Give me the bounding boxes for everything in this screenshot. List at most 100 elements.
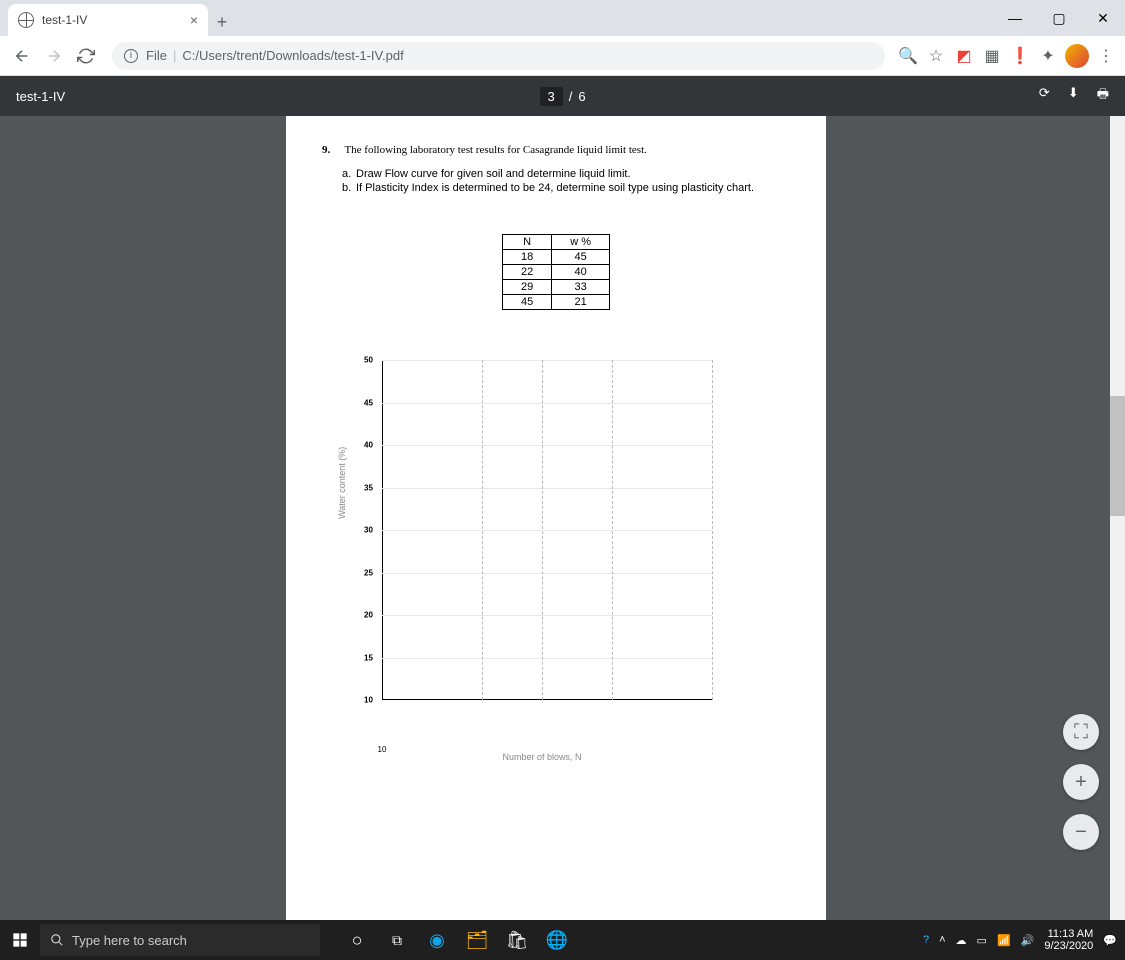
search-icon: [50, 933, 64, 947]
chrome-icon[interactable]: 🌐: [540, 923, 574, 957]
new-tab-button[interactable]: +: [208, 8, 236, 36]
gridline: [382, 615, 712, 616]
pdf-download-icon[interactable]: ⬇: [1068, 85, 1079, 107]
tray-cloud-icon[interactable]: ☁: [956, 934, 967, 947]
address-bar[interactable]: i File | C:/Users/trent/Downloads/test-1…: [112, 42, 885, 70]
gridline: [382, 573, 712, 574]
y-tick: 45: [364, 398, 373, 407]
tab-title: test-1-IV: [42, 13, 87, 27]
pdf-toolbar: test-1-IV 3 / 6 ⟳ ⬇ 🖶: [0, 76, 1125, 116]
table-cell: 29: [502, 280, 551, 295]
pdf-page-sep: /: [569, 89, 573, 104]
gridline: [382, 530, 712, 531]
gridline: [382, 360, 712, 361]
task-view-icon[interactable]: ⧉: [380, 923, 414, 957]
table-cell: 21: [552, 295, 610, 310]
chart-y-label: Water content (%): [337, 447, 347, 519]
data-table: Nw % 1845 2240 2933 4521: [502, 234, 610, 310]
question-text: The following laboratory test results fo…: [344, 144, 646, 156]
window-maximize-button[interactable]: ▢: [1037, 0, 1081, 36]
file-explorer-icon[interactable]: 🗂: [460, 923, 494, 957]
pdf-page-current[interactable]: 3: [539, 87, 562, 106]
reload-button[interactable]: [72, 42, 100, 70]
gridline-vertical: [612, 360, 613, 700]
pdf-title: test-1-IV: [16, 89, 65, 104]
gridline-vertical: [482, 360, 483, 700]
pdf-rotate-icon[interactable]: ⟳: [1039, 85, 1050, 107]
gridline: [382, 488, 712, 489]
windows-taskbar: Type here to search ○ ⧉ ◉ 🗂 🛍 🌐 ? ˄ ☁ ▭ …: [0, 920, 1125, 960]
url-protocol: File: [146, 48, 167, 63]
url-path: C:/Users/trent/Downloads/test-1-IV.pdf: [182, 48, 403, 63]
scrollbar-thumb[interactable]: [1110, 396, 1125, 516]
zoom-out-button[interactable]: −: [1063, 814, 1099, 850]
pdf-page-indicator: 3 / 6: [539, 87, 585, 106]
y-tick: 25: [364, 568, 373, 577]
extension-icon-1[interactable]: ◩: [953, 45, 975, 67]
clock-time: 11:13 AM: [1044, 928, 1093, 940]
table-head-w: w %: [552, 235, 610, 250]
table-cell: 18: [502, 250, 551, 265]
menu-dots-icon[interactable]: ⋮: [1095, 45, 1117, 67]
tray-chevron-icon[interactable]: ˄: [939, 934, 945, 946]
store-icon[interactable]: 🛍: [500, 923, 534, 957]
taskbar-clock[interactable]: 11:13 AM 9/23/2020: [1044, 928, 1093, 952]
cortana-icon[interactable]: ○: [340, 923, 374, 957]
edge-icon[interactable]: ◉: [420, 923, 454, 957]
question-number: 9.: [322, 144, 340, 156]
y-tick: 30: [364, 526, 373, 535]
fit-page-button[interactable]: ⛶: [1063, 714, 1099, 750]
table-cell: 33: [552, 280, 610, 295]
clock-date: 9/23/2020: [1044, 940, 1093, 952]
pdf-page-total: 6: [578, 89, 585, 104]
y-tick: 15: [364, 653, 373, 662]
table-cell: 45: [502, 295, 551, 310]
y-tick: 10: [364, 696, 373, 705]
info-icon: i: [124, 49, 138, 63]
tab-close-icon[interactable]: ×: [190, 12, 198, 28]
scrollbar-track[interactable]: [1110, 116, 1125, 920]
start-button[interactable]: [0, 920, 40, 960]
forward-button[interactable]: [40, 42, 68, 70]
browser-tab-strip: test-1-IV × + — ▢ ✕: [0, 0, 1125, 36]
gridline-vertical: [542, 360, 543, 700]
y-tick: 20: [364, 611, 373, 620]
table-cell: 45: [552, 250, 610, 265]
pdf-page: 9. The following laboratory test results…: [286, 116, 826, 920]
gridline-vertical: [712, 360, 713, 700]
window-close-button[interactable]: ✕: [1081, 0, 1125, 36]
table-cell: 22: [502, 265, 551, 280]
y-tick: 35: [364, 483, 373, 492]
flow-curve-chart: Water content (%) Number of blows, N 50 …: [352, 360, 732, 740]
tray-volume-icon[interactable]: 🔊: [1021, 934, 1035, 947]
zoom-in-button[interactable]: +: [1063, 764, 1099, 800]
window-minimize-button[interactable]: —: [993, 0, 1037, 36]
back-button[interactable]: [8, 42, 36, 70]
tray-wifi-icon[interactable]: 📶: [997, 934, 1011, 947]
x-tick: 10: [378, 745, 387, 754]
profile-avatar-icon[interactable]: [1065, 44, 1089, 68]
extensions-puzzle-icon[interactable]: ✦: [1037, 45, 1059, 67]
browser-toolbar: i File | C:/Users/trent/Downloads/test-1…: [0, 36, 1125, 76]
gridline: [382, 658, 712, 659]
extension-icon-3[interactable]: ❗: [1009, 45, 1031, 67]
chart-x-label: Number of blows, N: [502, 752, 581, 762]
search-placeholder: Type here to search: [72, 933, 187, 948]
globe-icon: [18, 12, 34, 28]
table-head-n: N: [502, 235, 551, 250]
table-cell: 40: [552, 265, 610, 280]
notifications-icon[interactable]: 💬: [1103, 934, 1117, 947]
tray-battery-icon[interactable]: ▭: [977, 934, 987, 947]
pdf-print-icon[interactable]: 🖶: [1097, 85, 1109, 107]
zoom-icon[interactable]: 🔍: [897, 45, 919, 67]
pdf-viewport[interactable]: 9. The following laboratory test results…: [0, 116, 1125, 920]
browser-tab[interactable]: test-1-IV ×: [8, 4, 208, 36]
sub-b-text: If Plasticity Index is determined to be …: [356, 182, 754, 194]
window-controls: — ▢ ✕: [993, 0, 1125, 36]
extension-icon-2[interactable]: ▦: [981, 45, 1003, 67]
gridline: [382, 445, 712, 446]
bookmark-star-icon[interactable]: ☆: [925, 45, 947, 67]
y-tick: 50: [364, 356, 373, 365]
tray-help-icon[interactable]: ?: [923, 934, 929, 946]
taskbar-search[interactable]: Type here to search: [40, 924, 320, 956]
